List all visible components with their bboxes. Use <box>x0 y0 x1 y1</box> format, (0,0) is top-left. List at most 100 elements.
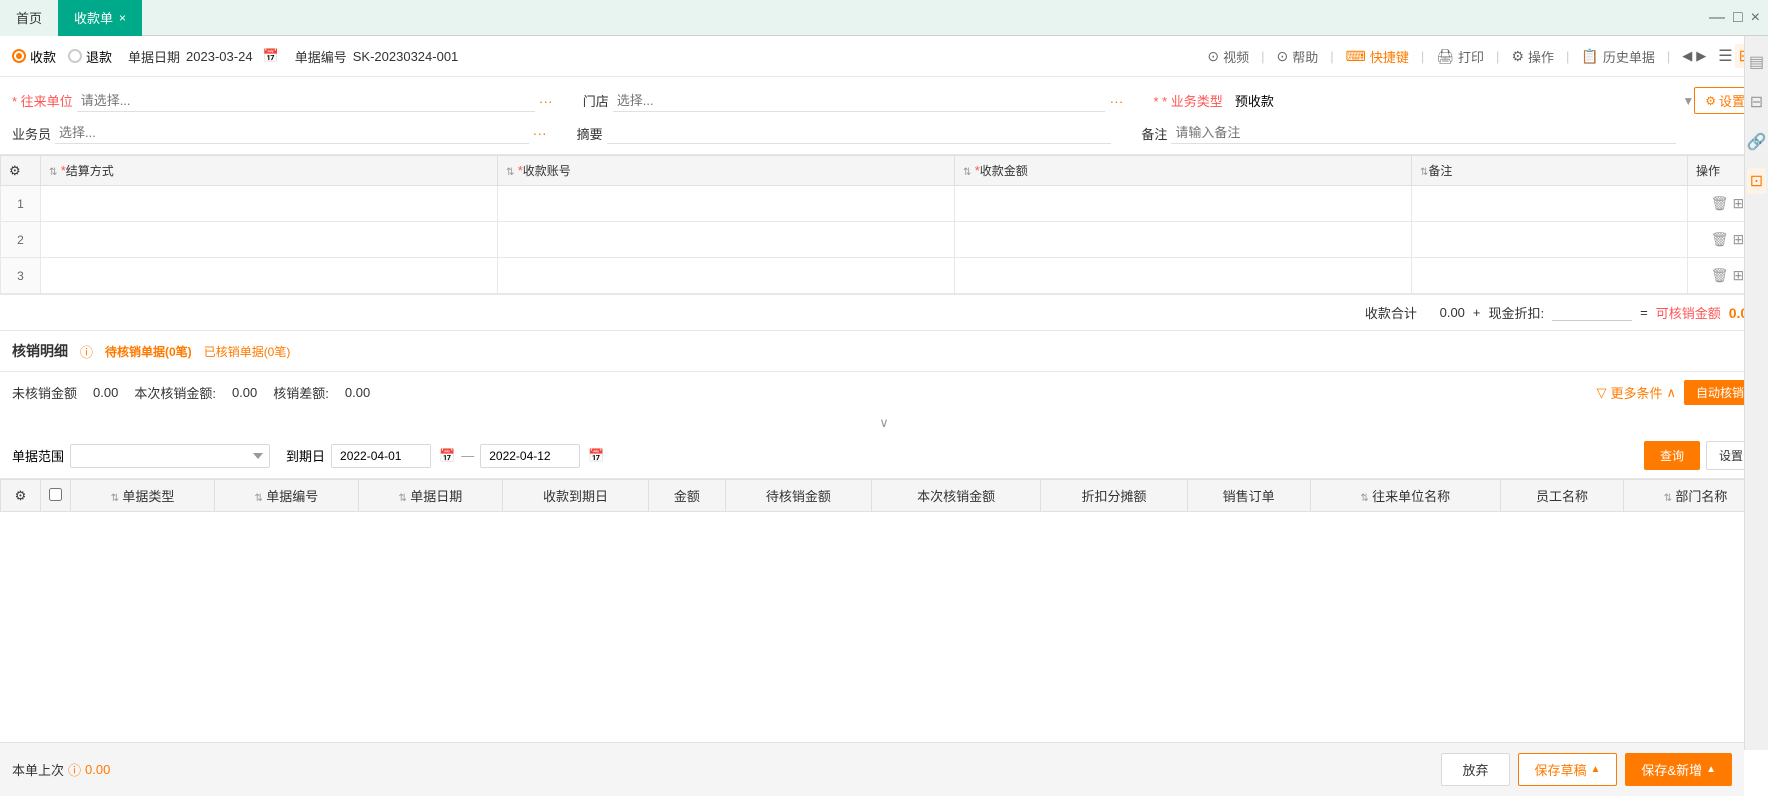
gear-icon: ⚙ <box>1705 94 1716 108</box>
btcol-amount-header: 金额 <box>649 480 726 512</box>
counterparty-input[interactable] <box>77 90 535 112</box>
discount-input[interactable] <box>1552 305 1632 321</box>
btcol-settings-header[interactable]: ⚙ <box>1 480 41 512</box>
toolbar: 收款 退款 单据日期 2023-03-24 📅 单据编号 SK-20230324… <box>0 36 1768 77</box>
print-btn[interactable]: 🖨 打印 <box>1436 47 1484 66</box>
keyboard-icon: ⌨ <box>1346 48 1366 65</box>
col-amount-header: ⇅ *收款金额 <box>955 156 1412 186</box>
business-type-value: 预收款 <box>1235 91 1683 110</box>
sidebar-capture-icon[interactable]: ⊡ <box>1747 168 1766 194</box>
range-select[interactable] <box>70 444 270 468</box>
btcol-checkbox-header[interactable] <box>41 480 71 512</box>
row-num-2: 2 <box>1 222 41 258</box>
settlement-1[interactable] <box>41 186 498 222</box>
number-value: SK-20230324-001 <box>353 49 459 64</box>
date-to-input[interactable] <box>480 444 580 468</box>
note-1[interactable] <box>1412 186 1688 222</box>
amount-1[interactable] <box>955 186 1412 222</box>
col-settings-header[interactable]: ⚙ <box>1 156 41 186</box>
summary-input[interactable] <box>607 122 1112 144</box>
counterparty-field: 往来单位 ··· <box>12 90 553 112</box>
radio-receipt-circle <box>12 49 26 63</box>
discard-btn[interactable]: 放弃 <box>1441 753 1509 786</box>
unchecked-value: 0.00 <box>93 385 118 400</box>
account-1[interactable] <box>498 186 955 222</box>
copy-icon-3[interactable]: ⊞ <box>1733 267 1745 284</box>
history-btn[interactable]: 📋 历史单据 <box>1581 47 1654 66</box>
calendar-icon[interactable]: 📅 <box>263 48 279 64</box>
tab-home[interactable]: 首页 <box>0 0 58 36</box>
video-btn[interactable]: ⊙ 视频 <box>1207 47 1249 66</box>
note-2[interactable] <box>1412 222 1688 258</box>
receipt-refund-toggle: 收款 退款 <box>12 47 112 66</box>
store-input[interactable] <box>613 90 1106 112</box>
tab-close-icon[interactable]: × <box>119 11 126 25</box>
can-label: 可核销金额 <box>1656 303 1721 322</box>
total-value: 0.00 <box>1425 305 1465 320</box>
delete-icon-1[interactable]: 🗑 <box>1711 195 1729 212</box>
settlement-3[interactable] <box>41 258 498 294</box>
business-type-field: * 业务类型 预收款 ▼ <box>1153 91 1694 110</box>
amount-2[interactable] <box>955 222 1412 258</box>
collapse-btn[interactable]: ∨ <box>0 413 1768 433</box>
maximize-icon[interactable]: □ <box>1733 9 1743 27</box>
tab-receipt[interactable]: 收款单 × <box>58 0 142 36</box>
business-type-dropdown-icon[interactable]: ▼ <box>1682 94 1694 108</box>
account-3[interactable] <box>498 258 955 294</box>
radio-refund[interactable]: 退款 <box>68 47 112 66</box>
operation-icon: ⚙ <box>1511 48 1524 65</box>
date-from-input[interactable] <box>331 444 431 468</box>
select-all-checkbox[interactable] <box>49 488 62 501</box>
tab-done[interactable]: 已核销单据(0笔) <box>204 343 291 360</box>
settlement-2[interactable] <box>41 222 498 258</box>
account-2[interactable] <box>498 222 955 258</box>
footer-label: 本单上次 <box>12 760 64 779</box>
delete-icon-2[interactable]: 🗑 <box>1711 231 1729 248</box>
delete-icon-3[interactable]: 🗑 <box>1711 267 1729 284</box>
note-input[interactable] <box>1171 122 1676 144</box>
radio-refund-circle <box>68 49 82 63</box>
radio-receipt[interactable]: 收款 <box>12 47 56 66</box>
copy-icon-1[interactable]: ⊞ <box>1733 195 1745 212</box>
copy-icon-2[interactable]: ⊞ <box>1733 231 1745 248</box>
date-value: 2023-03-24 <box>186 49 253 64</box>
verify-stats: 未核销金额 0.00 本次核销金额: 0.00 核销差额: 0.00 ▽ 更多条… <box>0 372 1768 413</box>
window-close-icon[interactable]: × <box>1751 9 1760 27</box>
sidebar-table-icon[interactable]: ▤ <box>1745 48 1768 76</box>
total-label: 收款合计 <box>1365 303 1417 322</box>
shortcut-btn[interactable]: ⌨ 快捷键 <box>1346 47 1409 66</box>
verify-header: 核销明细 ⓘ 待核销单据(0笔) 已核销单据(0笔) <box>0 331 1768 372</box>
verify-info-icon[interactable]: ⓘ <box>80 342 93 361</box>
minimize-icon[interactable]: — <box>1709 9 1725 27</box>
salesperson-field: 业务员 ··· <box>12 122 547 144</box>
amount-3[interactable] <box>955 258 1412 294</box>
salesperson-more-icon[interactable]: ··· <box>533 125 547 141</box>
note-3[interactable] <box>1412 258 1688 294</box>
counterparty-more-icon[interactable]: ··· <box>539 93 553 109</box>
sidebar-link-icon[interactable]: 🔗 <box>1743 128 1768 156</box>
save-new-btn[interactable]: 保存&新增 ▲ <box>1625 753 1732 786</box>
cal-from-icon[interactable]: 📅 <box>439 448 455 464</box>
btcol-pending-header: 待核销金额 <box>725 480 871 512</box>
bottom-table-container: ⚙ ⇅ 单据类型 ⇅ 单据编号 <box>0 479 1768 512</box>
operation-btn[interactable]: ⚙ 操作 <box>1511 47 1554 66</box>
help-btn[interactable]: ⊙ 帮助 <box>1276 47 1318 66</box>
salesperson-input[interactable] <box>55 122 529 144</box>
store-field: 门店 ··· <box>583 90 1124 112</box>
footer-info: 本单上次 ⓘ 0.00 <box>12 760 110 779</box>
btcol-counterparty-header: ⇅ 往来单位名称 <box>1310 480 1500 512</box>
tab-pending[interactable]: 待核销单据(0笔) <box>105 343 192 360</box>
more-conditions-btn[interactable]: ▽ 更多条件 ∧ <box>1596 383 1676 402</box>
store-more-icon[interactable]: ··· <box>1109 93 1123 109</box>
cal-to-icon[interactable]: 📅 <box>588 448 604 464</box>
verify-right: ▽ 更多条件 ∧ 自动核销 <box>1596 380 1756 405</box>
table-area: ⚙ ⇅ *结算方式 ⇅ *收款账号 ⇅ *收款金额 ⇅备 <box>0 155 1768 295</box>
sidebar-list-icon[interactable]: ⊟ <box>1746 88 1767 116</box>
prev-icon[interactable]: ◀ <box>1682 48 1692 64</box>
right-sidebar: ▤ ⊟ 🔗 ⊡ <box>1744 36 1768 750</box>
query-btn[interactable]: 查询 <box>1644 441 1700 470</box>
gear-icon: ⚙ <box>9 163 21 178</box>
form-area: 往来单位 ··· 门店 ··· * 业务类型 预收款 ▼ ⚙ 设置 <box>0 77 1768 155</box>
next-icon[interactable]: ▶ <box>1696 48 1706 64</box>
save-draft-btn[interactable]: 保存草稿 ▲ <box>1518 753 1618 786</box>
